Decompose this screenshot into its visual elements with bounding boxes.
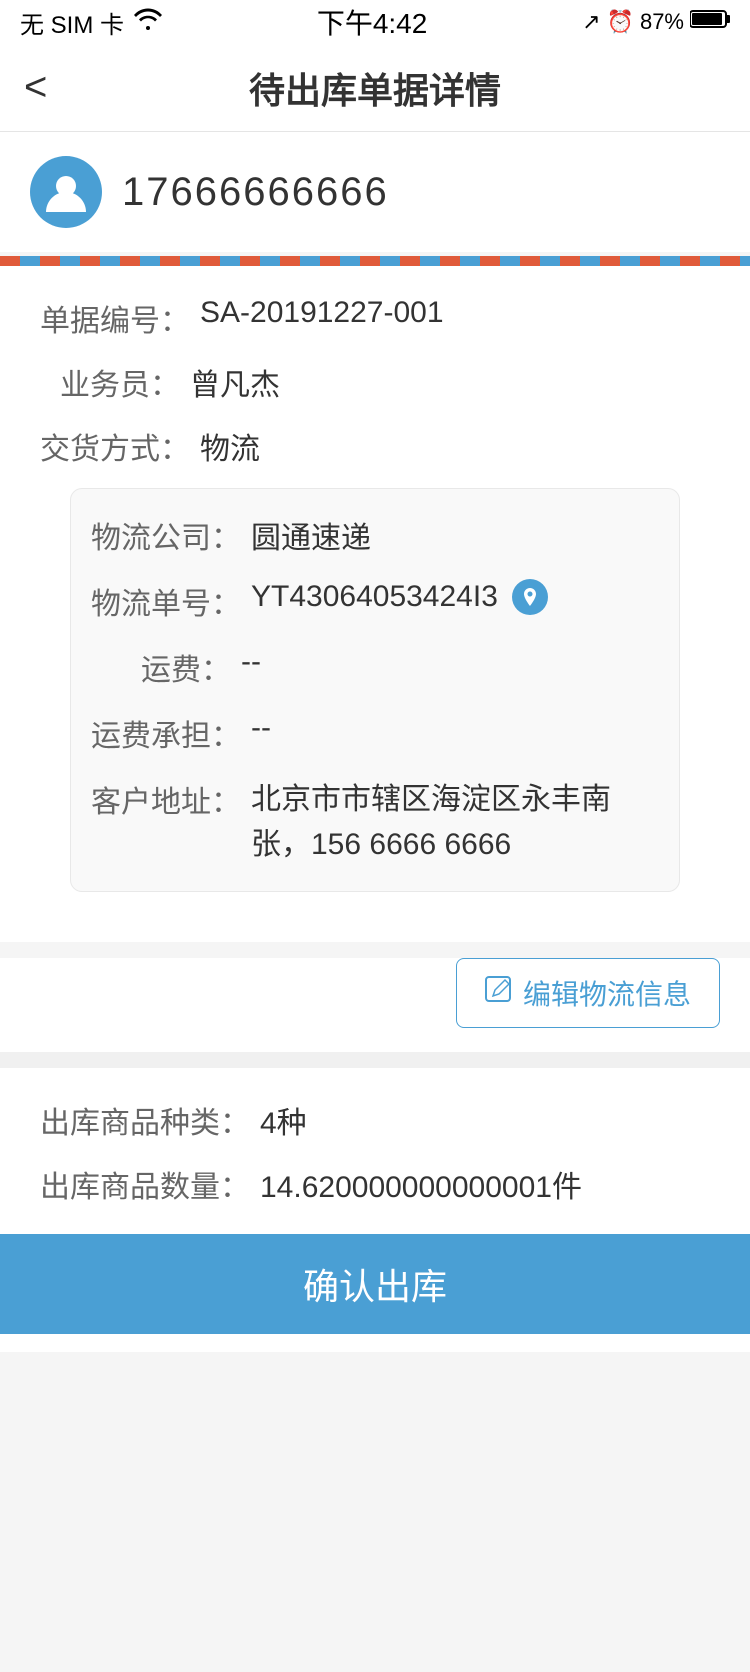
customer-section: 17666666666 xyxy=(0,132,750,252)
delivery-row: 交货方式： 物流 xyxy=(40,424,710,468)
map-location-icon[interactable] xyxy=(512,579,548,615)
delivery-label: 交货方式： xyxy=(40,424,190,468)
order-number-value: SA-20191227-001 xyxy=(200,296,710,330)
address-label: 客户地址： xyxy=(91,777,241,821)
goods-types-value: 4种 xyxy=(260,1098,307,1142)
content-area: 17666666666 单据编号： SA-20191227-001 业务员： 曾… xyxy=(0,132,750,1672)
goods-quantity-value: 14.620000000000001件 xyxy=(260,1162,582,1206)
confirm-outbound-label: 确认出库 xyxy=(303,1258,447,1310)
carrier-text: 无 SIM 卡 xyxy=(20,5,124,40)
status-time: 下午4:42 xyxy=(317,2,428,42)
freight-bearer-value: -- xyxy=(251,711,659,745)
dashed-divider xyxy=(0,256,750,266)
empty-space xyxy=(0,1352,750,1552)
edit-icon xyxy=(485,976,513,1011)
freight-bearer-label: 运费承担： xyxy=(91,711,241,755)
page-title: 待出库单据详情 xyxy=(249,62,501,114)
edit-logistics-button[interactable]: 编辑物流信息 xyxy=(456,958,720,1028)
avatar xyxy=(30,156,102,228)
order-number-label: 单据编号： xyxy=(40,296,190,340)
location-icon: ↗ xyxy=(582,9,600,35)
order-info-section: 单据编号： SA-20191227-001 业务员： 曾凡杰 交货方式： 物流 … xyxy=(0,266,750,942)
section-separator xyxy=(0,1052,750,1068)
logistics-company-row: 物流公司： 圆通速递 xyxy=(91,513,659,557)
goods-quantity-label: 出库商品数量： xyxy=(40,1162,250,1206)
delivery-value: 物流 xyxy=(200,424,710,468)
goods-section: 出库商品种类： 4种 出库商品数量： 14.620000000000001件 xyxy=(0,1068,750,1236)
customer-phone: 17666666666 xyxy=(122,170,389,215)
status-right: ↗ ⏰ 87% xyxy=(582,9,730,35)
logistics-card: 物流公司： 圆通速递 物流单号： YT43064053424I3 运费： -- xyxy=(70,488,680,892)
freight-value: -- xyxy=(241,645,659,679)
logistics-company-label: 物流公司： xyxy=(91,513,241,557)
agent-value: 曾凡杰 xyxy=(190,360,710,404)
agent-label: 业务员： xyxy=(40,360,180,404)
back-button[interactable]: < xyxy=(24,65,47,110)
goods-types-row: 出库商品种类： 4种 xyxy=(40,1098,710,1142)
status-left: 无 SIM 卡 xyxy=(20,5,162,40)
goods-types-label: 出库商品种类： xyxy=(40,1098,250,1142)
logistics-tracking-label: 物流单号： xyxy=(91,579,241,623)
battery-text: 87% xyxy=(640,9,684,35)
logistics-tracking-row: 物流单号： YT43064053424I3 xyxy=(91,579,659,623)
agent-row: 业务员： 曾凡杰 xyxy=(40,360,710,404)
confirm-outbound-button[interactable]: 确认出库 xyxy=(0,1234,750,1334)
alarm-icon: ⏰ xyxy=(607,9,634,35)
address-row: 客户地址： 北京市市辖区海淀区永丰南 张，156 6666 6666 xyxy=(91,777,659,867)
status-bar: 无 SIM 卡 下午4:42 ↗ ⏰ 87% xyxy=(0,0,750,44)
battery-icon xyxy=(690,9,730,35)
freight-row: 运费： -- xyxy=(91,645,659,689)
nav-bar: < 待出库单据详情 xyxy=(0,44,750,132)
address-value: 北京市市辖区海淀区永丰南 张，156 6666 6666 xyxy=(251,777,659,867)
wifi-icon xyxy=(134,8,162,37)
freight-label: 运费： xyxy=(91,645,231,689)
goods-quantity-row: 出库商品数量： 14.620000000000001件 xyxy=(40,1162,710,1206)
edit-logistics-label: 编辑物流信息 xyxy=(523,973,691,1013)
order-number-row: 单据编号： SA-20191227-001 xyxy=(40,296,710,340)
edit-btn-wrap: 编辑物流信息 xyxy=(0,958,750,1052)
logistics-company-value: 圆通速递 xyxy=(251,513,659,557)
freight-bearer-row: 运费承担： -- xyxy=(91,711,659,755)
logistics-tracking-value: YT43064053424I3 xyxy=(251,579,659,615)
